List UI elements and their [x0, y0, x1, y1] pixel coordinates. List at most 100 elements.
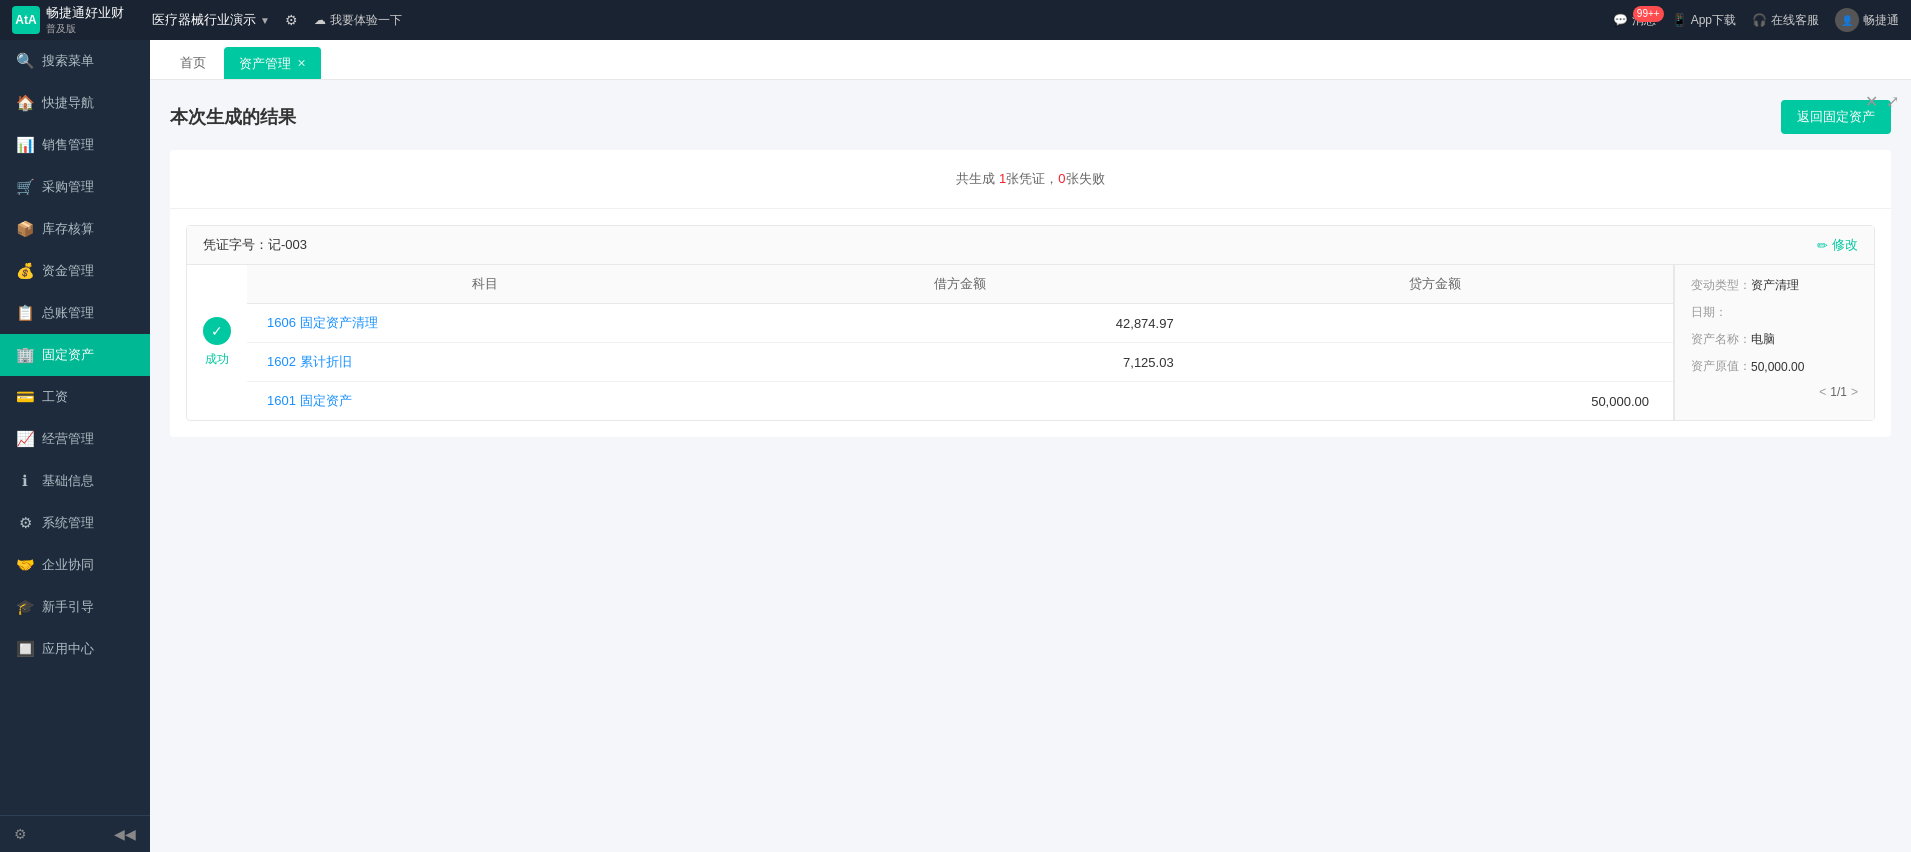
sidebar-item-purchase[interactable]: 🛒 采购管理: [0, 166, 150, 208]
page-expand-button[interactable]: ⤢: [1886, 92, 1899, 111]
page-title: 本次生成的结果: [170, 105, 296, 129]
logo-title: 畅捷通好业财: [46, 4, 124, 22]
main-layout: 🔍 搜索菜单 🏠 快捷导航 📊 销售管理 🛒 采购管理 📦 库存核算 💰: [0, 40, 1911, 852]
logo-text-area: 畅捷通好业财 普及版: [46, 4, 124, 36]
sidebar-item-enterprise[interactable]: 🤝 企业协同: [0, 544, 150, 586]
row3-subject: 1601 固定资产: [247, 382, 722, 420]
summary-failed: 0: [1058, 171, 1065, 186]
search-icon: 🔍: [16, 52, 34, 70]
tab-close-icon[interactable]: ✕: [297, 57, 306, 70]
online-service-label: 在线客服: [1771, 12, 1819, 29]
sidebar-item-label: 总账管理: [42, 304, 94, 322]
row3-debit: [722, 391, 1197, 411]
chart-icon: 📊: [16, 136, 34, 154]
collapse-icon[interactable]: ◀◀: [114, 826, 136, 842]
tab-assets-label: 资产管理: [239, 55, 291, 73]
sidebar-item-nav[interactable]: 🏠 快捷导航: [0, 82, 150, 124]
box-icon: 📦: [16, 220, 34, 238]
row2-debit: 7,125.03: [722, 345, 1197, 380]
page-close-button[interactable]: ✕: [1865, 92, 1878, 111]
user-icon: 👤: [1841, 15, 1853, 26]
sidebar-item-inventory[interactable]: 📦 库存核算: [0, 208, 150, 250]
summary-prefix: 共生成: [956, 171, 999, 186]
header-settings-icon[interactable]: ⚙: [278, 6, 306, 34]
sidebar-item-label: 库存核算: [42, 220, 94, 238]
tab-bar: 首页 资产管理 ✕: [150, 40, 1911, 80]
sidebar-item-label: 新手引导: [42, 598, 94, 616]
info-icon: ℹ: [16, 472, 34, 490]
change-type-label: 变动类型：: [1691, 277, 1751, 294]
sidebar-item-operations[interactable]: 📈 经营管理: [0, 418, 150, 460]
chevron-down-icon: ▼: [260, 15, 270, 26]
col-debit: 借方金额: [722, 265, 1197, 303]
result-card: 共生成 1张凭证，0张失败 凭证字号：记-003 ✏ 修改: [170, 150, 1891, 437]
user-menu[interactable]: 👤 畅捷通: [1835, 8, 1899, 32]
table-header: 科目 借方金额 贷方金额: [247, 265, 1673, 304]
sidebar-item-system[interactable]: ⚙ 系统管理: [0, 502, 150, 544]
tab-home[interactable]: 首页: [166, 47, 220, 79]
trending-icon: 📈: [16, 430, 34, 448]
experience-button[interactable]: ☁ 我要体验一下: [314, 12, 402, 29]
sidebar: 🔍 搜索菜单 🏠 快捷导航 📊 销售管理 🛒 采购管理 📦 库存核算 💰: [0, 40, 150, 852]
next-page-icon[interactable]: >: [1851, 385, 1858, 399]
grid-icon: 🔲: [16, 640, 34, 658]
sidebar-item-sales[interactable]: 📊 销售管理: [0, 124, 150, 166]
sidebar-item-label: 销售管理: [42, 136, 94, 154]
asset-value-label: 资产原值：: [1691, 358, 1751, 375]
voucher-content: ✓ 成功 科目 借方金额 贷方金额: [187, 265, 1874, 420]
logo: AtA 畅捷通好业财 普及版: [12, 4, 124, 36]
online-service-button[interactable]: 🎧 在线客服: [1752, 12, 1819, 29]
sidebar-item-ledger[interactable]: 📋 总账管理: [0, 292, 150, 334]
col-credit: 贷方金额: [1198, 265, 1673, 303]
sidebar-item-label: 固定资产: [42, 346, 94, 364]
app-download-button[interactable]: 📱 App下载: [1672, 12, 1736, 29]
message-icon: 💬: [1613, 13, 1628, 27]
table-row: 1602 累计折旧 7,125.03: [247, 343, 1673, 382]
message-button[interactable]: 💬 消息 99+: [1613, 12, 1656, 29]
tab-home-label: 首页: [180, 54, 206, 72]
settings-bottom-icon[interactable]: ⚙: [14, 826, 27, 842]
info-asset-name: 资产名称： 电脑: [1691, 331, 1858, 348]
sidebar-scroll: 🔍 搜索菜单 🏠 快捷导航 📊 销售管理 🛒 采购管理 📦 库存核算 💰: [0, 40, 150, 815]
sidebar-item-payroll[interactable]: 💳 工资: [0, 376, 150, 418]
result-summary: 共生成 1张凭证，0张失败: [170, 150, 1891, 209]
company-selector[interactable]: 医疗器械行业演示 ▼: [152, 11, 270, 29]
row2-subject: 1602 累计折旧: [247, 343, 722, 381]
sidebar-item-appcenter[interactable]: 🔲 应用中心: [0, 628, 150, 670]
sidebar-item-guide[interactable]: 🎓 新手引导: [0, 586, 150, 628]
success-indicator: ✓ 成功: [187, 265, 247, 420]
sidebar-item-label: 系统管理: [42, 514, 94, 532]
side-info-panel: 变动类型： 资产清理 日期： 资产名称： 电脑: [1674, 265, 1874, 420]
table-body: 1606 固定资产清理 42,874.97 1602 累计折旧 7,125.03: [247, 304, 1673, 420]
message-badge: 99+: [1633, 6, 1664, 22]
row1-subject: 1606 固定资产清理: [247, 304, 722, 342]
sidebar-item-label: 采购管理: [42, 178, 94, 196]
header-right: 💬 消息 99+ 📱 App下载 🎧 在线客服 👤 畅捷通: [1613, 8, 1899, 32]
success-check-icon: ✓: [203, 317, 231, 345]
logo-icon: AtA: [12, 6, 40, 34]
col-subject: 科目: [247, 265, 722, 303]
tab-assets-mgmt[interactable]: 资产管理 ✕: [224, 47, 321, 79]
sidebar-item-assets[interactable]: 🏢 固定资产: [0, 334, 150, 376]
table-row: 1601 固定资产 50,000.00: [247, 382, 1673, 420]
sidebar-item-label: 经营管理: [42, 430, 94, 448]
edit-voucher-button[interactable]: ✏ 修改: [1817, 236, 1858, 254]
experience-label: 我要体验一下: [330, 12, 402, 29]
sidebar-item-label: 基础信息: [42, 472, 94, 490]
handshake-icon: 🤝: [16, 556, 34, 574]
change-type-value: 资产清理: [1751, 277, 1799, 294]
sidebar-item-search[interactable]: 🔍 搜索菜单: [0, 40, 150, 82]
page-content: 本次生成的结果 返回固定资产 共生成 1张凭证，0张失败 凭证字号：记-003: [150, 80, 1911, 852]
sidebar-item-label: 企业协同: [42, 556, 94, 574]
info-asset-value: 资产原值： 50,000.00: [1691, 358, 1858, 375]
sidebar-item-label: 搜索菜单: [42, 52, 94, 70]
sidebar-item-basic[interactable]: ℹ 基础信息: [0, 460, 150, 502]
header-left: AtA 畅捷通好业财 普及版 医疗器械行业演示 ▼ ⚙ ☁ 我要体验一下: [12, 4, 402, 36]
prev-page-icon[interactable]: <: [1819, 385, 1826, 399]
info-date: 日期：: [1691, 304, 1858, 321]
app-icon: 📱: [1672, 13, 1687, 27]
voucher-section: 凭证字号：记-003 ✏ 修改 ✓ 成功: [186, 225, 1875, 421]
service-icon: 🎧: [1752, 13, 1767, 27]
voucher-no: 凭证字号：记-003: [203, 236, 307, 254]
sidebar-item-finance[interactable]: 💰 资金管理: [0, 250, 150, 292]
